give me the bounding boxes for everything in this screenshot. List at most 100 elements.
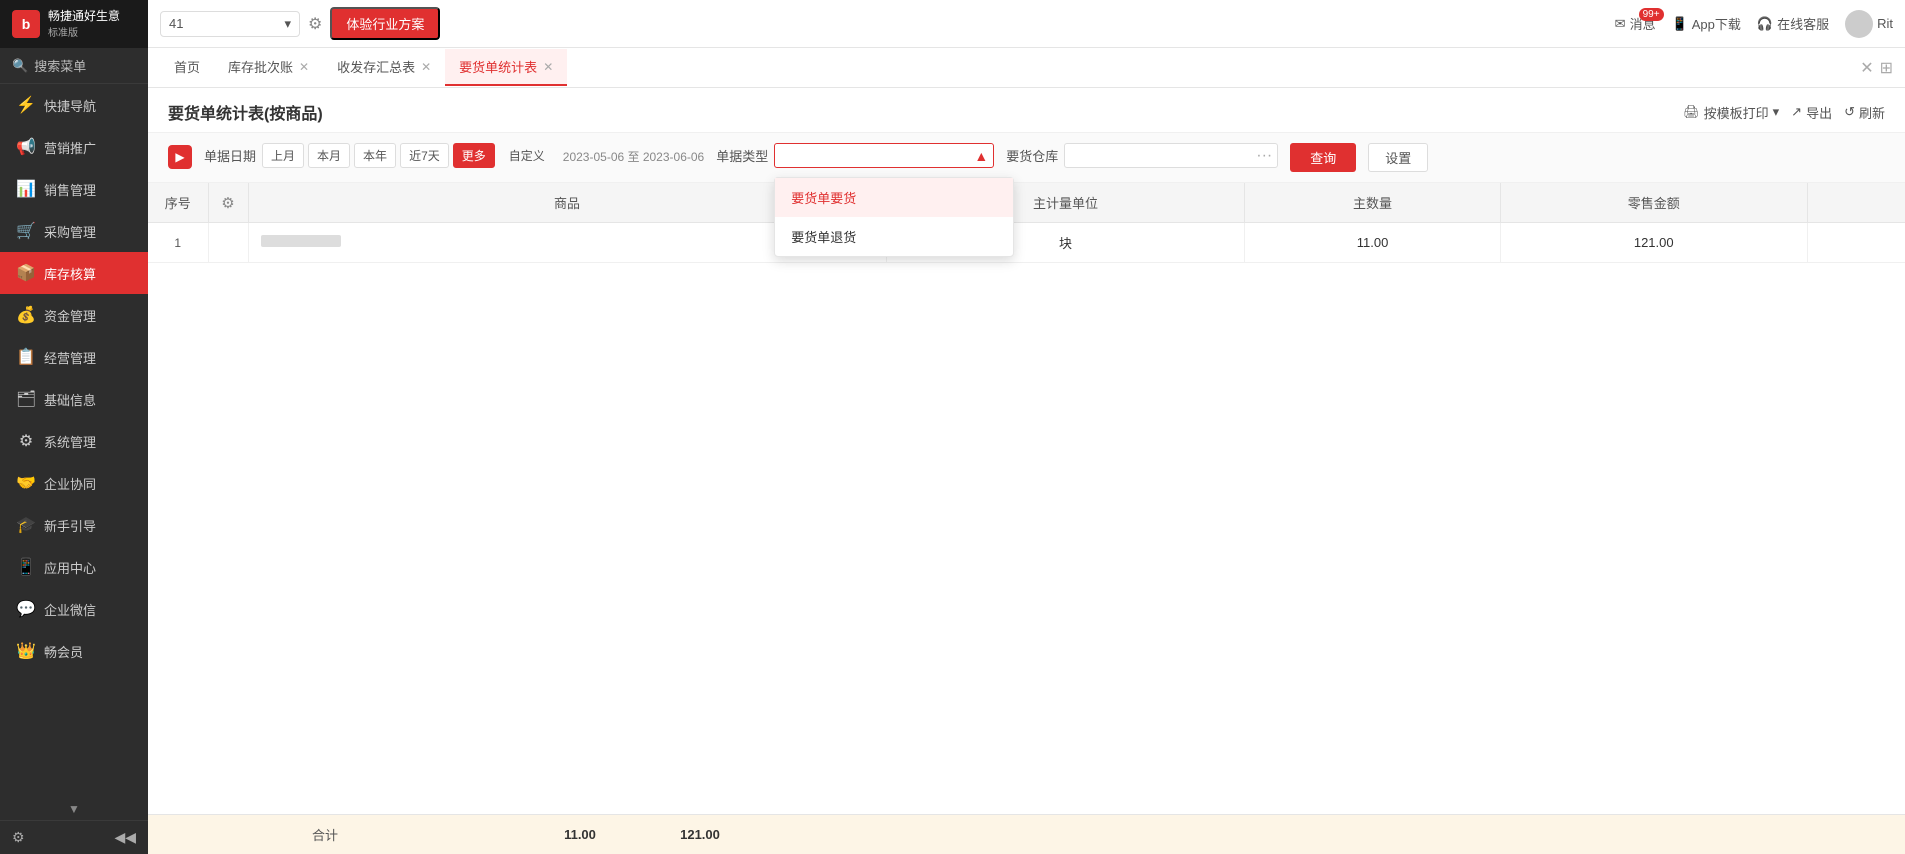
type-dropdown-menu: 要货单要货 要货单退货 xyxy=(774,177,1014,257)
refresh-label: 刷新 xyxy=(1859,103,1885,122)
sidebar-item-guide[interactable]: 🎓 新手引导 xyxy=(0,504,148,546)
sidebar-item-basic[interactable]: 🗂 基础信息 xyxy=(0,378,148,420)
message-icon: ✉ xyxy=(1615,16,1626,32)
store-selector[interactable]: 41 ▾ xyxy=(160,11,300,37)
sidebar: b 畅捷通好生意 标准版 🔍 搜索菜单 ⚡ 快捷导航 📢 营销推广 📊 销售管理… xyxy=(0,0,148,854)
sidebar-footer: ⚙ ◀◀ xyxy=(0,820,148,854)
settings-btn[interactable]: 设置 xyxy=(1368,143,1428,172)
sidebar-item-quick-nav[interactable]: ⚡ 快捷导航 xyxy=(0,84,148,126)
date-btn-more[interactable]: 更多 xyxy=(453,143,495,168)
warehouse-input[interactable] xyxy=(1064,143,1278,168)
marketing-icon: 📢 xyxy=(16,137,36,157)
refresh-btn[interactable]: ↺ 刷新 xyxy=(1844,103,1885,122)
query-btn[interactable]: 查询 xyxy=(1290,143,1356,172)
messages-btn[interactable]: ✉ 消息 99+ xyxy=(1615,14,1656,33)
tabbar: 首页 库存批次账 ✕ 收发存汇总表 ✕ 要货单统计表 ✕ ✕ ⊞ xyxy=(148,48,1905,88)
filter-type-input-wrap: ▲ 要货单要货 要货单退货 xyxy=(774,143,994,168)
sidebar-item-appstore[interactable]: 📱 应用中心 xyxy=(0,546,148,588)
promo-btn[interactable]: 体验行业方案 xyxy=(330,7,440,40)
type-dropdown-arrow[interactable]: ▲ xyxy=(974,148,988,164)
table-settings-icon[interactable]: ⚙ xyxy=(221,195,234,212)
export-label: 导出 xyxy=(1806,103,1832,122)
member-icon: 👑 xyxy=(16,641,36,661)
cell-extra xyxy=(1807,223,1905,263)
filter-warehouse-group: 要货仓库 ··· xyxy=(1006,143,1278,168)
sidebar-item-marketing[interactable]: 📢 营销推广 xyxy=(0,126,148,168)
tab-collection-summary-label: 收发存汇总表 xyxy=(337,57,415,76)
warehouse-more-icon[interactable]: ··· xyxy=(1256,147,1272,165)
search-menu[interactable]: 🔍 搜索菜单 xyxy=(0,48,148,84)
window-close-btn[interactable]: ✕ xyxy=(1860,58,1873,78)
system-icon: ⚙ xyxy=(16,431,36,451)
headset-icon: 🎧 xyxy=(1757,16,1773,32)
footer-quantity: 11.00 xyxy=(520,827,640,842)
tab-batch-stock-label: 库存批次账 xyxy=(228,57,293,76)
window-maximize-btn[interactable]: ⊞ xyxy=(1880,58,1893,78)
sidebar-item-sales[interactable]: 📊 销售管理 xyxy=(0,168,148,210)
search-icon: 🔍 xyxy=(12,58,28,74)
sidebar-item-label: 新手引导 xyxy=(44,516,96,535)
warehouse-label: 要货仓库 xyxy=(1006,146,1058,165)
filter-toggle-btn[interactable]: ▶ xyxy=(168,145,192,169)
sidebar-item-operations[interactable]: 📋 经营管理 xyxy=(0,336,148,378)
sidebar-item-wechat[interactable]: 💬 企业微信 xyxy=(0,588,148,630)
date-btn-last-month[interactable]: 上月 xyxy=(262,143,304,168)
app-logo: b 畅捷通好生意 标准版 xyxy=(0,0,148,48)
tab-order-summary-close[interactable]: ✕ xyxy=(543,60,553,74)
export-icon: ↗ xyxy=(1791,104,1802,120)
tab-home[interactable]: 首页 xyxy=(160,49,214,86)
filter-type-group: 单据类型 ▲ 要货单要货 要货单退货 xyxy=(716,143,994,168)
tab-order-summary[interactable]: 要货单统计表 ✕ xyxy=(445,49,567,86)
chevron-down-icon: ▾ xyxy=(284,16,291,32)
cell-row-num: 1 xyxy=(148,223,208,263)
avatar xyxy=(1845,10,1873,38)
window-btns: ✕ ⊞ xyxy=(1860,58,1893,78)
dropdown-item-order-goods[interactable]: 要货单要货 xyxy=(775,178,1013,217)
date-range: 2023-05-06 至 2023-06-06 xyxy=(563,148,704,165)
date-btn-this-year[interactable]: 本年 xyxy=(354,143,396,168)
sidebar-item-member[interactable]: 👑 畅会员 xyxy=(0,630,148,672)
tab-batch-stock-close[interactable]: ✕ xyxy=(299,60,309,74)
tab-collection-summary-close[interactable]: ✕ xyxy=(421,60,431,74)
table-footer: 合计 11.00 121.00 xyxy=(148,814,1905,854)
date-btn-last-7-days[interactable]: 近7天 xyxy=(400,143,449,168)
scroll-down-arrow[interactable]: ▼ xyxy=(68,802,80,816)
col-row-num: 序号 xyxy=(148,183,208,223)
topbar-right: ✉ 消息 99+ 📱 App下载 🎧 在线客服 Rit xyxy=(1615,10,1893,38)
sidebar-item-purchase[interactable]: 🛒 采购管理 xyxy=(0,210,148,252)
search-label: 搜索菜单 xyxy=(34,56,86,75)
main-area: 41 ▾ ⚙ 体验行业方案 ✉ 消息 99+ 📱 App下载 🎧 在线客服 Ri… xyxy=(148,0,1905,854)
online-service-btn[interactable]: 🎧 在线客服 xyxy=(1757,14,1829,33)
dropdown-item-order-return[interactable]: 要货单退货 xyxy=(775,217,1013,256)
app-download-label: App下载 xyxy=(1692,14,1741,33)
tab-collection-summary[interactable]: 收发存汇总表 ✕ xyxy=(323,49,445,86)
logo-icon: b xyxy=(12,10,40,38)
col-settings: ⚙ xyxy=(208,183,248,223)
sidebar-settings-btn[interactable]: ⚙ xyxy=(12,829,25,846)
content: 要货单统计表(按商品) 🖨 按模板打印 ▾ ↗ 导出 ↺ 刷新 ▶ xyxy=(148,88,1905,854)
sidebar-collapse-btn[interactable]: ◀◀ xyxy=(114,829,136,846)
quick-nav-icon: ⚡ xyxy=(16,95,36,115)
app-name: 畅捷通好生意 xyxy=(48,9,120,25)
type-input[interactable] xyxy=(774,143,994,168)
date-custom-btn[interactable]: 自定义 xyxy=(501,144,553,167)
tab-batch-stock[interactable]: 库存批次账 ✕ xyxy=(214,49,323,86)
date-btn-this-month[interactable]: 本月 xyxy=(308,143,350,168)
export-btn[interactable]: ↗ 导出 xyxy=(1791,103,1832,122)
sidebar-item-finance[interactable]: 💰 资金管理 xyxy=(0,294,148,336)
sidebar-item-inventory[interactable]: 📦 库存核算 xyxy=(0,252,148,294)
user-avatar-btn[interactable]: Rit xyxy=(1845,10,1893,38)
app-download-btn[interactable]: 📱 App下载 xyxy=(1672,14,1741,33)
sidebar-item-cooperation[interactable]: 🤝 企业协同 xyxy=(0,462,148,504)
messages-badge: 99+ xyxy=(1639,8,1664,21)
topbar-gear-icon[interactable]: ⚙ xyxy=(308,14,322,34)
print-icon: 🖨 xyxy=(1683,104,1700,120)
basic-icon: 🗂 xyxy=(16,389,36,409)
tab-order-summary-label: 要货单统计表 xyxy=(459,57,537,76)
print-btn[interactable]: 🖨 按模板打印 ▾ xyxy=(1683,103,1779,122)
sidebar-item-system[interactable]: ⚙ 系统管理 xyxy=(0,420,148,462)
filter-date-group: 单据日期 上月 本月 本年 近7天 更多 自定义 2023-05-06 至 20… xyxy=(204,143,704,168)
sidebar-item-label: 资金管理 xyxy=(44,306,96,325)
table-row: 1 块 11.00 121.00 xyxy=(148,223,1905,263)
guide-icon: 🎓 xyxy=(16,515,36,535)
